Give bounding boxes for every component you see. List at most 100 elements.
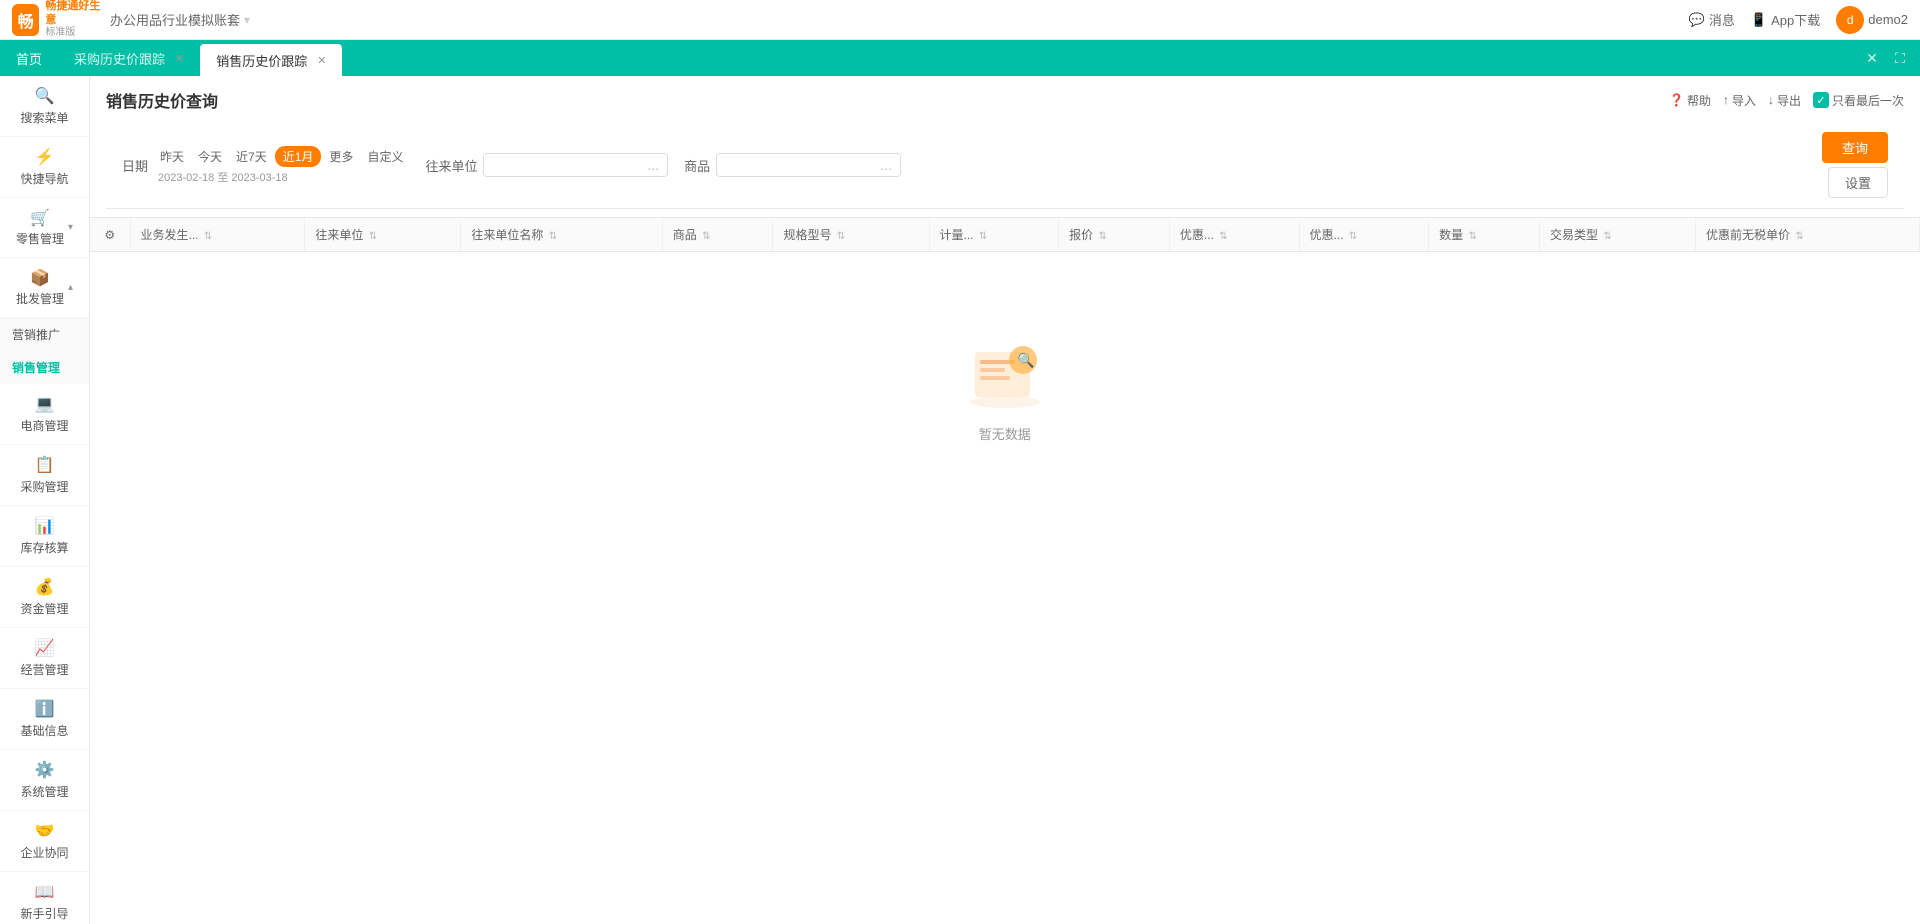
column-unit[interactable]: 计量... ⇅ [929, 218, 1059, 252]
sort-icon: ⇅ [1099, 231, 1107, 242]
import-icon: ↑ [1723, 93, 1729, 107]
user-menu[interactable]: d demo2 [1836, 6, 1908, 34]
page-header: 销售历史价查询 ❓ 帮助 ↑ 导入 ↓ 导出 ✓ [90, 76, 1920, 218]
product-input[interactable] [725, 158, 880, 172]
date-btn-7days[interactable]: 近7天 [230, 146, 273, 167]
column-partner-code[interactable]: 往来单位 ⇅ [305, 218, 461, 252]
sidebar-item-system[interactable]: ⚙️ 系统管理 [0, 750, 89, 811]
export-button[interactable]: ↓ 导出 [1768, 92, 1801, 109]
empty-text: 暂无数据 [979, 424, 1031, 443]
product-input-wrap[interactable]: ... [716, 153, 901, 177]
product-filter-group: 商品 ... [684, 153, 901, 177]
column-business-date[interactable]: 业务发生... ⇅ [130, 218, 305, 252]
column-settings[interactable]: ⚙ [90, 218, 130, 252]
sidebar-item-quick-nav[interactable]: ⚡ 快捷导航 [0, 137, 89, 198]
sidebar-item-finance[interactable]: 💰 资金管理 [0, 567, 89, 628]
sidebar-item-search[interactable]: 🔍 搜索菜单 [0, 76, 89, 137]
date-btn-yesterday[interactable]: 昨天 [154, 146, 190, 167]
column-spec[interactable]: 规格型号 ⇅ [773, 218, 929, 252]
column-trade-type[interactable]: 交易类型 ⇅ [1539, 218, 1695, 252]
sidebar-item-wholesale[interactable]: 📦 批发管理 ▴ [0, 258, 89, 318]
sort-icon: ⇅ [1469, 231, 1477, 242]
column-quantity[interactable]: 数量 ⇅ [1429, 218, 1540, 252]
page-title-row: 销售历史价查询 ❓ 帮助 ↑ 导入 ↓ 导出 ✓ [106, 88, 1904, 112]
export-icon: ↓ [1768, 93, 1774, 107]
sidebar-item-guide[interactable]: 📖 新手引导 [0, 872, 89, 924]
app-icon: 📱 [1751, 12, 1767, 28]
message-button[interactable]: 💬 消息 [1689, 10, 1735, 29]
close-tab-purchase[interactable]: ✕ [175, 52, 184, 65]
content-area: 销售历史价查询 ❓ 帮助 ↑ 导入 ↓ 导出 ✓ [90, 76, 1920, 924]
guide-icon: 📖 [35, 882, 55, 902]
column-partner-name[interactable]: 往来单位名称 ⇅ [461, 218, 662, 252]
partner-picker-icon[interactable]: ... [647, 157, 659, 173]
tab-purchase[interactable]: 采购历史价跟踪 ✕ [58, 40, 200, 76]
import-button[interactable]: ↑ 导入 [1723, 92, 1756, 109]
logo-area: 畅 畅捷通好生意 标准版 [12, 0, 102, 38]
sort-icon: ⇅ [549, 231, 557, 242]
logo-icon: 畅 [12, 4, 39, 36]
product-picker-icon[interactable]: ... [880, 157, 892, 173]
system-icon: ⚙️ [35, 760, 55, 780]
page-title: 销售历史价查询 [106, 88, 218, 112]
data-table: ⚙ 业务发生... ⇅ 往来单位 ⇅ 往来单位名称 ⇅ [90, 218, 1920, 523]
sort-icon: ⇅ [837, 231, 845, 242]
sidebar-item-enterprise[interactable]: 🤝 企业协同 [0, 811, 89, 872]
sort-icon: ⇅ [979, 231, 987, 242]
only-last-toggle[interactable]: ✓ 只看最后一次 [1813, 92, 1904, 109]
partner-input[interactable] [492, 158, 647, 172]
chevron-up-icon: ▴ [68, 282, 73, 293]
enterprise-icon: 🤝 [35, 821, 55, 841]
breadcrumb: 办公用品行业模拟账套 ▾ [102, 10, 1689, 29]
partner-filter-group: 往来单位 ... [425, 153, 668, 177]
retail-icon: 🛒 [30, 208, 50, 228]
date-range-text: 2023-02-18 至 2023-03-18 [158, 169, 409, 185]
partner-input-wrap[interactable]: ... [483, 153, 668, 177]
tab-sales[interactable]: 销售历史价跟踪 ✕ [200, 44, 342, 76]
date-buttons: 昨天 今天 近7天 近1月 更多 自定义 [154, 146, 409, 167]
app-download-button[interactable]: 📱 App下载 [1751, 10, 1820, 29]
top-right-actions: 💬 消息 📱 App下载 d demo2 [1689, 6, 1908, 34]
sidebar-item-operations[interactable]: 📈 经营管理 [0, 628, 89, 689]
finance-icon: 💰 [35, 577, 55, 597]
column-pre-tax-price[interactable]: 优惠前无税单价 ⇅ [1695, 218, 1919, 252]
sidebar-item-sales-mgmt[interactable]: 销售管理 [0, 351, 89, 384]
product-label: 商品 [684, 156, 710, 175]
sidebar-item-basic-info[interactable]: ℹ️ 基础信息 [0, 689, 89, 750]
column-discount1[interactable]: 优惠... ⇅ [1169, 218, 1299, 252]
close-tab-sales[interactable]: ✕ [317, 54, 326, 67]
avatar: d [1836, 6, 1864, 34]
column-quoted-price[interactable]: 报价 ⇅ [1059, 218, 1170, 252]
query-button[interactable]: 查询 [1822, 132, 1888, 163]
wholesale-submenu: 营销推广 销售管理 [0, 318, 89, 384]
sidebar-item-marketing[interactable]: 营销推广 [0, 318, 89, 351]
settings-button[interactable]: 设置 [1828, 167, 1888, 198]
date-label: 日期 [122, 156, 148, 175]
sort-icon: ⇅ [1603, 231, 1611, 242]
date-btn-1month[interactable]: 近1月 [275, 146, 322, 167]
filter-area: 日期 昨天 今天 近7天 近1月 更多 自定义 2023-02-18 至 202… [106, 122, 1904, 209]
help-icon: ❓ [1669, 93, 1684, 107]
date-btn-more[interactable]: 更多 [323, 146, 359, 167]
column-discount2[interactable]: 优惠... ⇅ [1299, 218, 1429, 252]
chevron-down-icon: ▾ [68, 222, 73, 233]
logo-text: 畅捷通好生意 标准版 [45, 0, 102, 38]
sidebar-item-inventory[interactable]: 📊 库存核算 [0, 506, 89, 567]
column-product[interactable]: 商品 ⇅ [662, 218, 773, 252]
help-button[interactable]: ❓ 帮助 [1669, 92, 1711, 109]
tab-window-actions: ✕ ⛶ [1860, 46, 1920, 70]
tab-home[interactable]: 首页 [0, 40, 58, 76]
svg-text:🔍: 🔍 [1017, 351, 1034, 369]
date-btn-custom[interactable]: 自定义 [361, 146, 409, 167]
sidebar-item-ecommerce[interactable]: 💻 电商管理 [0, 384, 89, 445]
operations-icon: 📈 [35, 638, 55, 658]
date-btn-today[interactable]: 今天 [192, 146, 228, 167]
sort-icon: ⇅ [1219, 231, 1227, 242]
partner-label: 往来单位 [425, 156, 477, 175]
close-window-button[interactable]: ✕ [1860, 46, 1884, 70]
chevron-down-icon[interactable]: ▾ [244, 13, 250, 27]
sidebar-item-retail[interactable]: 🛒 零售管理 ▾ [0, 198, 89, 258]
sidebar-item-purchase[interactable]: 📋 采购管理 [0, 445, 89, 506]
date-filter-group: 日期 昨天 今天 近7天 近1月 更多 自定义 2023-02-18 至 202… [122, 146, 409, 185]
maximize-window-button[interactable]: ⛶ [1888, 46, 1912, 70]
